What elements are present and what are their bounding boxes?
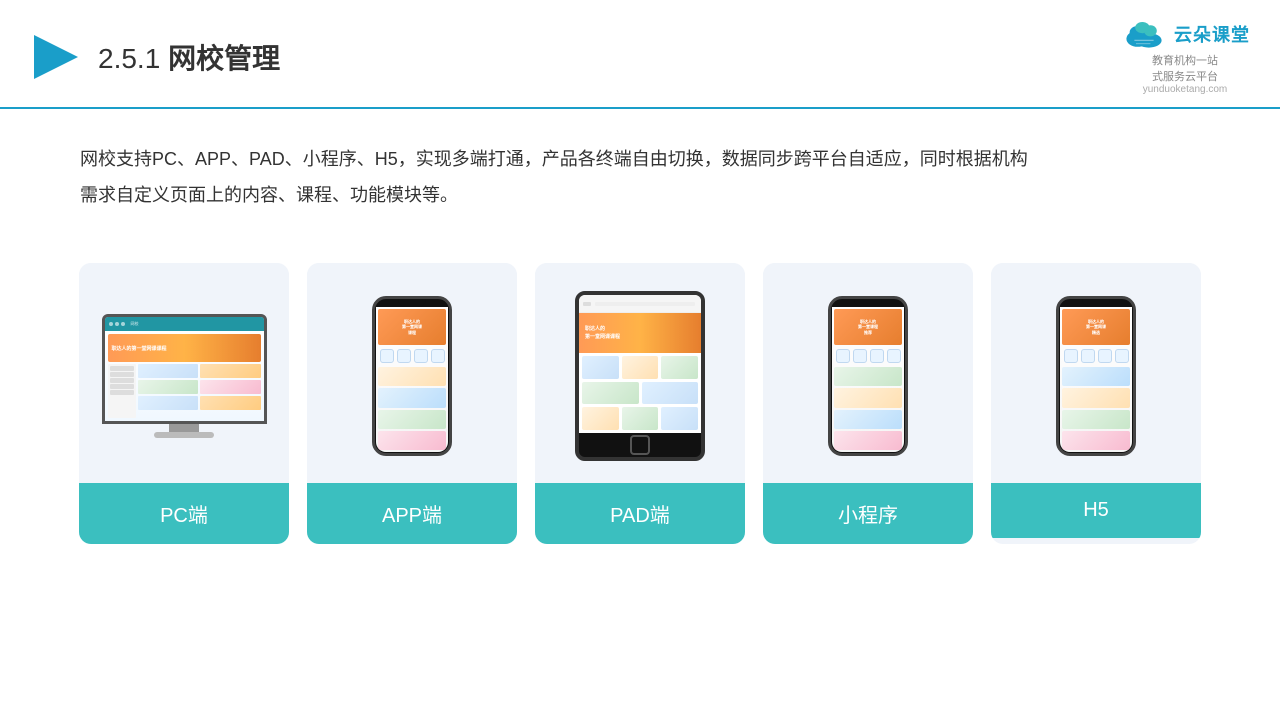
device-pc-mock: 网校 职达人的第一堂网课课程: [102, 314, 267, 438]
cloud-icon: [1120, 18, 1168, 50]
card-pad-label: PAD端: [535, 483, 745, 544]
platform-cards: 网校 职达人的第一堂网课课程: [0, 243, 1280, 564]
card-h5-label: H5: [991, 483, 1201, 538]
card-app-label: APP端: [307, 483, 517, 544]
card-pad[interactable]: 职达人的第一堂网课课程: [535, 263, 745, 544]
description-text: 网校支持PC、APP、PAD、小程序、H5，实现多端打通，产品各终端自由切换，数…: [0, 109, 1280, 233]
logo-cloud: 云朵课堂: [1120, 18, 1250, 50]
card-miniprogram-image: 职达人的第一堂课程推荐: [763, 263, 973, 483]
logo: 云朵课堂 教育机构一站 式服务云平台 yunduoketang.com: [1120, 18, 1250, 95]
card-pad-image: 职达人的第一堂网课课程: [535, 263, 745, 483]
device-pad-mock: 职达人的第一堂网课课程: [575, 291, 705, 461]
page-title: 2.5.1 网校管理: [98, 37, 280, 77]
card-app[interactable]: 职达人的第一堂网课课程: [307, 263, 517, 544]
device-app-mock: 职达人的第一堂网课课程: [372, 296, 452, 456]
logo-subtitle: 教育机构一站 式服务云平台: [1152, 52, 1218, 84]
card-miniprogram-label: 小程序: [763, 483, 973, 544]
logo-brand-text: 云朵课堂: [1174, 21, 1250, 47]
card-pc-image: 网校 职达人的第一堂网课课程: [79, 263, 289, 483]
card-pc-label: PC端: [79, 483, 289, 544]
play-icon: [30, 31, 82, 83]
card-h5-image: 职达人的第一堂网课精选: [991, 263, 1201, 483]
description-line2: 需求自定义页面上的内容、课程、功能模块等。: [80, 177, 1200, 213]
card-h5[interactable]: 职达人的第一堂网课精选: [991, 263, 1201, 544]
device-h5-mock: 职达人的第一堂网课精选: [1056, 296, 1136, 456]
card-pc[interactable]: 网校 职达人的第一堂网课课程: [79, 263, 289, 544]
header-left: 2.5.1 网校管理: [30, 31, 280, 83]
logo-url: yunduoketang.com: [1143, 84, 1228, 95]
device-miniprogram-mock: 职达人的第一堂课程推荐: [828, 296, 908, 456]
header: 2.5.1 网校管理 云朵课堂 教育机构一站 式服务云平台 yunduoketa…: [0, 0, 1280, 109]
description-line1: 网校支持PC、APP、PAD、小程序、H5，实现多端打通，产品各终端自由切换，数…: [80, 141, 1200, 177]
card-app-image: 职达人的第一堂网课课程: [307, 263, 517, 483]
card-miniprogram[interactable]: 职达人的第一堂课程推荐: [763, 263, 973, 544]
